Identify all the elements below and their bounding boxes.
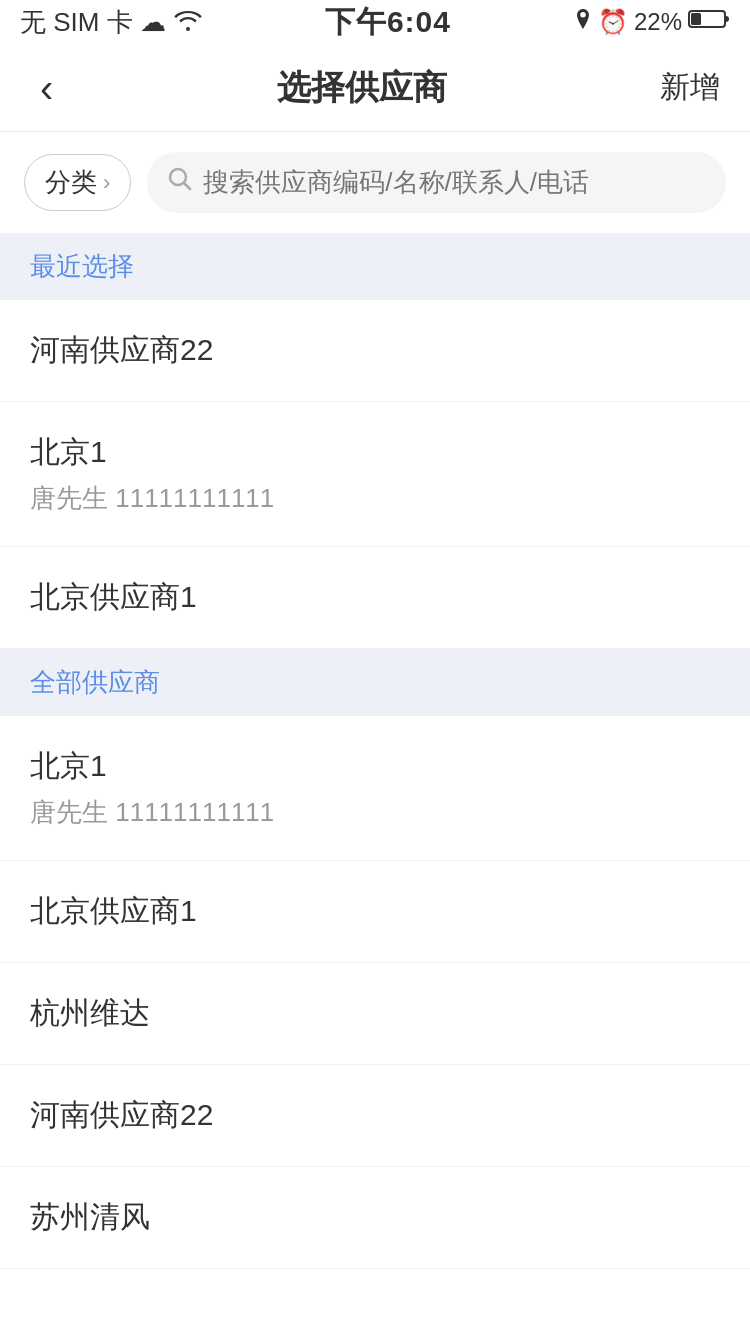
location-icon xyxy=(574,8,592,36)
item-name: 北京供应商1 xyxy=(30,577,720,618)
item-sub: 唐先生 11111111111 xyxy=(30,481,720,516)
alarm-icon: ⏰ xyxy=(598,8,628,36)
item-name: 北京供应商1 xyxy=(30,891,720,932)
status-bar: 无 SIM 卡 ☁ 下午6:04 ⏰ 22% xyxy=(0,0,750,44)
battery-icon xyxy=(688,8,730,36)
search-icon xyxy=(167,166,193,199)
wifi-icon xyxy=(174,7,202,38)
filter-bar: 分类 › xyxy=(0,132,750,233)
recent-items-list: 河南供应商22 北京1 唐先生 11111111111 北京供应商1 xyxy=(0,300,750,649)
item-name: 河南供应商22 xyxy=(30,330,720,371)
battery-level: 22% xyxy=(634,8,682,36)
item-name: 北京1 xyxy=(30,746,720,787)
item-name: 杭州维达 xyxy=(30,993,720,1034)
nav-bar: ‹ 选择供应商 新增 xyxy=(0,44,750,132)
list-item[interactable]: 北京供应商1 xyxy=(0,547,750,649)
add-button[interactable]: 新增 xyxy=(660,67,720,108)
item-name: 苏州清风 xyxy=(30,1197,720,1238)
recent-section-label: 最近选择 xyxy=(30,251,134,281)
item-name: 北京1 xyxy=(30,432,720,473)
list-item[interactable]: 苏州清风 xyxy=(0,1167,750,1269)
all-section-header: 全部供应商 xyxy=(0,649,750,716)
list-item[interactable]: 北京1 唐先生 11111111111 xyxy=(0,716,750,861)
list-item[interactable]: 北京1 唐先生 11111111111 xyxy=(0,402,750,547)
all-section-label: 全部供应商 xyxy=(30,667,160,697)
category-label: 分类 xyxy=(45,165,97,200)
sim-status: 无 SIM 卡 ☁ xyxy=(20,5,166,40)
item-name: 河南供应商22 xyxy=(30,1095,720,1136)
list-item[interactable]: 北京供应商1 xyxy=(0,861,750,963)
recent-section-header: 最近选择 xyxy=(0,233,750,300)
status-right: ⏰ 22% xyxy=(574,8,730,36)
status-time: 下午6:04 xyxy=(325,2,451,43)
category-filter-button[interactable]: 分类 › xyxy=(24,154,131,211)
item-sub: 唐先生 11111111111 xyxy=(30,795,720,830)
status-left: 无 SIM 卡 ☁ xyxy=(20,5,202,40)
chevron-right-icon: › xyxy=(103,170,110,196)
back-button[interactable]: ‹ xyxy=(30,58,63,118)
list-item[interactable]: 杭州维达 xyxy=(0,963,750,1065)
list-item[interactable]: 河南供应商22 xyxy=(0,300,750,402)
all-items-list: 北京1 唐先生 11111111111 北京供应商1 杭州维达河南供应商22 苏州清风 xyxy=(0,716,750,1269)
svg-rect-1 xyxy=(691,13,701,25)
search-input[interactable] xyxy=(203,167,706,198)
page-title: 选择供应商 xyxy=(277,65,447,111)
search-box xyxy=(147,152,726,213)
list-item[interactable]: 河南供应商22 xyxy=(0,1065,750,1167)
